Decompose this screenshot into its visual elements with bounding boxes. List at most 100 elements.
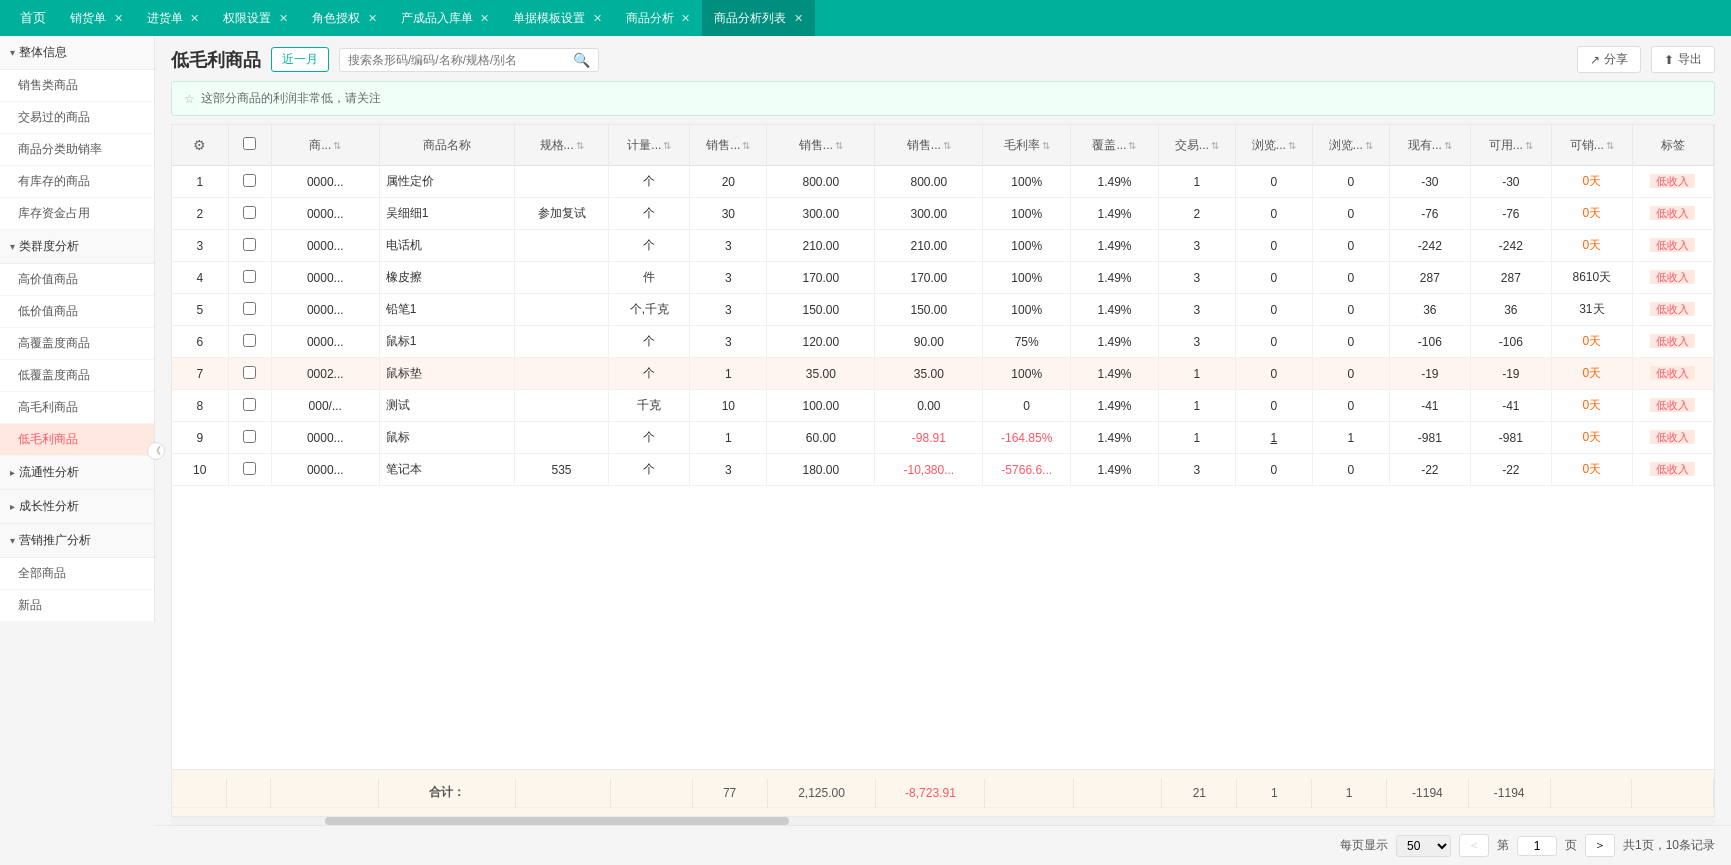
sidebar-item-low-margin[interactable]: 低毛利商品: [0, 424, 154, 456]
col-header-settings[interactable]: ⚙: [172, 125, 228, 166]
close-permission-icon[interactable]: ✕: [279, 12, 288, 24]
sidebar-item-sales-goods[interactable]: 销售类商品: [0, 70, 154, 102]
row-checkbox[interactable]: [243, 174, 256, 187]
col-header-checkbox[interactable]: [228, 125, 271, 166]
row-unit: 个: [609, 358, 690, 390]
row-checkbox-cell[interactable]: [228, 454, 271, 486]
sidebar-group-circulation[interactable]: ▸ 流通性分析: [0, 456, 154, 490]
nav-template-settings[interactable]: 单据模板设置 ✕: [501, 0, 614, 36]
col-header-unit: 计量...⇅: [609, 125, 690, 166]
row-checkbox-cell[interactable]: [228, 262, 271, 294]
browse-link[interactable]: 1: [1270, 431, 1277, 445]
row-checkbox-cell[interactable]: [228, 166, 271, 198]
export-button[interactable]: ⬆ 导出: [1651, 46, 1715, 73]
row-sales-amt2: -10,380...: [875, 454, 983, 486]
row-sales-amt1: 180.00: [767, 454, 875, 486]
nav-sales-order[interactable]: 销货单 ✕: [58, 0, 135, 36]
sidebar-group-cluster[interactable]: ▾ 类群度分析: [0, 230, 154, 264]
row-checkbox[interactable]: [243, 398, 256, 411]
row-sales-qty: 1: [690, 358, 767, 390]
row-checkbox[interactable]: [243, 206, 256, 219]
tag-badge: 低收入: [1650, 462, 1695, 476]
sidebar-item-low-coverage[interactable]: 低覆盖度商品: [0, 360, 154, 392]
search-input[interactable]: [348, 53, 573, 67]
nav-home[interactable]: 首页: [8, 0, 58, 36]
horizontal-scrollbar[interactable]: [171, 817, 1715, 825]
sidebar-item-high-margin[interactable]: 高毛利商品: [0, 392, 154, 424]
row-stock: -76: [1389, 198, 1470, 230]
sidebar-item-low-value[interactable]: 低价值商品: [0, 296, 154, 328]
scrollbar-thumb[interactable]: [325, 817, 788, 825]
sidebar-group-growth[interactable]: ▸ 成长性分析: [0, 490, 154, 524]
row-sales-qty: 3: [690, 454, 767, 486]
sidebar-item-high-value[interactable]: 高价值商品: [0, 264, 154, 296]
totals-browse1: 1: [1237, 778, 1312, 808]
row-stock: -22: [1389, 454, 1470, 486]
sidebar-item-stocked-goods[interactable]: 有库存的商品: [0, 166, 154, 198]
close-purchase-order-icon[interactable]: ✕: [190, 12, 199, 24]
close-goods-analysis-icon[interactable]: ✕: [681, 12, 690, 24]
close-goods-list-icon[interactable]: ✕: [794, 12, 803, 24]
nav-product-entry[interactable]: 产成品入库单 ✕: [389, 0, 502, 36]
time-filter-button[interactable]: 近一月: [271, 47, 329, 72]
sidebar-item-new-goods[interactable]: 新品: [0, 590, 154, 622]
sidebar-collapse-button[interactable]: 《: [147, 442, 165, 460]
page-size-label: 每页显示: [1340, 837, 1388, 854]
row-checkbox-cell[interactable]: [228, 326, 271, 358]
row-checkbox-cell[interactable]: [228, 390, 271, 422]
nav-permission-settings[interactable]: 权限设置 ✕: [211, 0, 300, 36]
row-name: 笔记本: [379, 454, 514, 486]
row-checkbox-cell[interactable]: [228, 294, 271, 326]
row-trades: 2: [1158, 198, 1235, 230]
page-size-select[interactable]: 50 100 200: [1396, 835, 1451, 857]
totals-trades: 21: [1162, 778, 1237, 808]
page-number-input[interactable]: [1517, 836, 1557, 856]
close-sales-order-icon[interactable]: ✕: [114, 12, 123, 24]
row-checkbox-cell[interactable]: [228, 358, 271, 390]
row-coverage: 1.49%: [1071, 262, 1159, 294]
close-product-entry-icon[interactable]: ✕: [480, 12, 489, 24]
sidebar-item-stock-capital[interactable]: 库存资金占用: [0, 198, 154, 230]
row-checkbox-cell[interactable]: [228, 230, 271, 262]
sidebar-group-overall[interactable]: ▾ 整体信息: [0, 36, 154, 70]
row-checkbox[interactable]: [243, 366, 256, 379]
row-checkbox[interactable]: [243, 302, 256, 315]
row-name: 属性定价: [379, 166, 514, 198]
row-checkbox-cell[interactable]: [228, 422, 271, 454]
row-name: 鼠标垫: [379, 358, 514, 390]
prev-page-button[interactable]: ＜: [1459, 834, 1489, 857]
sidebar-item-high-coverage[interactable]: 高覆盖度商品: [0, 328, 154, 360]
sidebar-item-category-rate[interactable]: 商品分类助销率: [0, 134, 154, 166]
row-checkbox[interactable]: [243, 270, 256, 283]
search-icon[interactable]: 🔍: [573, 52, 590, 68]
next-page-button[interactable]: ＞: [1585, 834, 1615, 857]
content-area: 低毛利商品 近一月 🔍 ↗ 分享 ⬆ 导出 ☆ 这部分商品的利润非常低，请关注: [155, 36, 1731, 865]
row-checkbox[interactable]: [243, 430, 256, 443]
row-checkbox[interactable]: [243, 238, 256, 251]
nav-goods-analysis-list[interactable]: 商品分析列表 ✕: [702, 0, 815, 36]
row-trades: 1: [1158, 358, 1235, 390]
close-template-icon[interactable]: ✕: [593, 12, 602, 24]
sidebar-group-marketing[interactable]: ▾ 营销推广分析: [0, 524, 154, 558]
row-sales-qty: 3: [690, 262, 767, 294]
tag-badge: 低收入: [1650, 398, 1695, 412]
row-trades: 3: [1158, 230, 1235, 262]
row-checkbox-cell[interactable]: [228, 198, 271, 230]
row-checkbox[interactable]: [243, 462, 256, 475]
row-name: 电话机: [379, 230, 514, 262]
sidebar-item-traded-goods[interactable]: 交易过的商品: [0, 102, 154, 134]
share-button[interactable]: ↗ 分享: [1577, 46, 1641, 73]
row-unit: 个,千克: [609, 294, 690, 326]
table-row: 3 0000... 电话机 个 3 210.00 210.00 100% 1.4…: [172, 230, 1714, 262]
nav-role-auth[interactable]: 角色授权 ✕: [300, 0, 389, 36]
row-sales-amt1: 800.00: [767, 166, 875, 198]
totals-stock: -1194: [1387, 778, 1469, 808]
nav-purchase-order[interactable]: 进货单 ✕: [135, 0, 212, 36]
close-role-auth-icon[interactable]: ✕: [368, 12, 377, 24]
nav-goods-analysis[interactable]: 商品分析 ✕: [614, 0, 703, 36]
row-coverage: 1.49%: [1071, 422, 1159, 454]
settings-icon[interactable]: ⚙: [185, 133, 214, 157]
select-all-checkbox[interactable]: [243, 137, 256, 150]
row-checkbox[interactable]: [243, 334, 256, 347]
sidebar-item-all-goods[interactable]: 全部商品: [0, 558, 154, 590]
